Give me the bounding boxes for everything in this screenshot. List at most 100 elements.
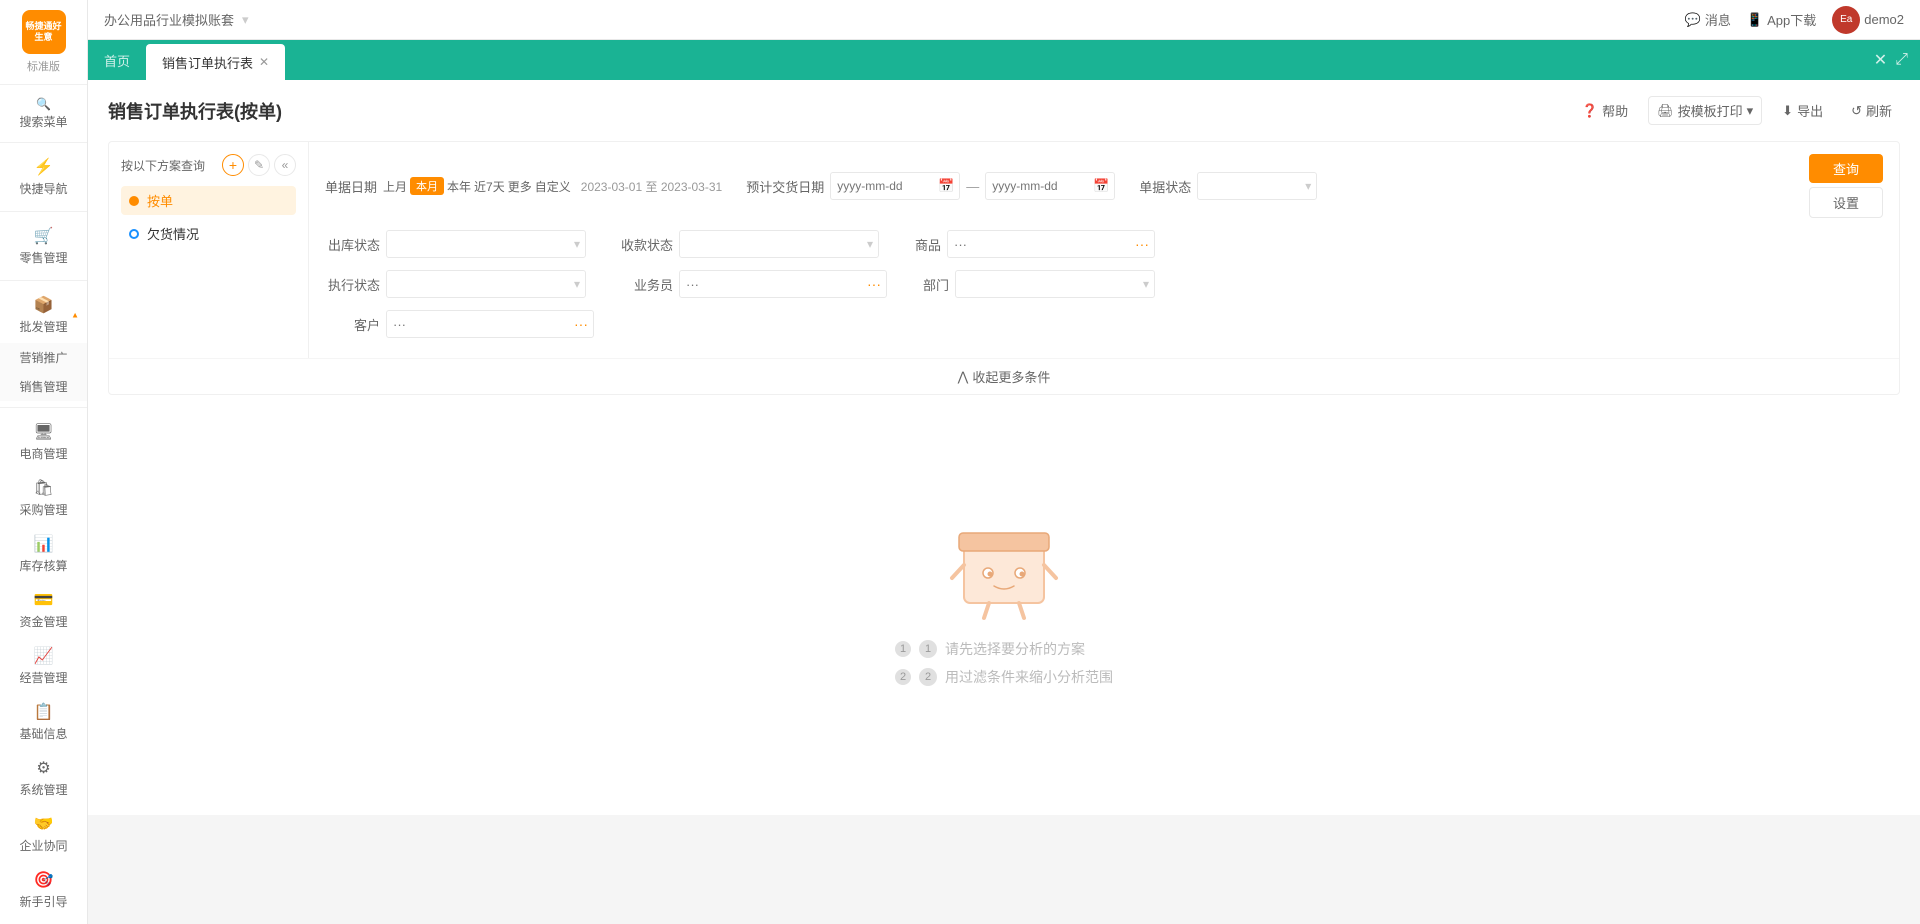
scheme-label-按单: 按单	[147, 191, 173, 210]
breadcrumb-text: 办公用品行业模拟账套	[104, 10, 234, 29]
template-print-label: 按模板打印	[1678, 101, 1743, 120]
tab-sales-order[interactable]: 销售订单执行表 ✕	[146, 44, 285, 80]
empty-illustration-svg	[944, 503, 1064, 623]
user-profile-button[interactable]: Ea demo2	[1832, 6, 1904, 34]
sidebar-item-enterprise[interactable]: 🤝 企业协同	[0, 806, 87, 862]
collapse-scheme-button[interactable]: «	[274, 154, 296, 176]
shortcut-上月[interactable]: 上月	[383, 178, 407, 195]
tabbar: 首页 销售订单执行表 ✕ ✕ ⤢	[88, 40, 1920, 80]
topbar-left: 办公用品行业模拟账套 ▾	[104, 10, 249, 29]
sidebar-item-finance[interactable]: 💳 资金管理	[0, 582, 87, 638]
dept-select[interactable]	[955, 270, 1155, 298]
export-button[interactable]: ⬇ 导出	[1774, 97, 1831, 124]
filter-item-exec-status: 执行状态 ▾	[325, 270, 586, 298]
sidebar-item-quick-nav[interactable]: ⚡ 快捷导航	[0, 149, 87, 205]
dept-select-wrapper: ▾	[955, 270, 1155, 298]
filter-panel-inner: 按以下方案查询 + ✎ «	[109, 142, 1899, 358]
message-icon: 💬	[1685, 12, 1701, 28]
collapse-label: 收起更多条件	[972, 367, 1050, 386]
date-to-input[interactable]	[985, 172, 1115, 200]
receipt-status-label: 收款状态	[618, 235, 673, 254]
app-download-button[interactable]: 📱 App下载	[1747, 10, 1816, 29]
shortcut-更多[interactable]: 更多	[508, 178, 532, 195]
message-button[interactable]: 💬 消息	[1685, 10, 1731, 29]
date-range-separator: —	[966, 179, 979, 194]
status-select[interactable]	[1197, 172, 1317, 200]
collapse-more-button[interactable]: ⋀ 收起更多条件	[109, 358, 1899, 394]
empty-state: 1 请先选择要分析的方案 2 用过滤条件来缩小分析范围	[895, 423, 1113, 775]
filter-body: 单据日期 上月 本月 本年 近7天 更多 自定义 2023-03-01 至 20…	[309, 142, 1899, 358]
scheme-item-欠货情况[interactable]: 欠货情况	[121, 219, 296, 248]
sidebar-item-basic[interactable]: 📋 基础信息	[0, 694, 87, 750]
search-menu-button[interactable]: 🔍 搜索菜单	[8, 93, 79, 134]
empty-tip-2: 2 用过滤条件来缩小分析范围	[895, 667, 1113, 687]
download-icon: 📱	[1747, 12, 1763, 28]
content-area: 销售订单执行表(按单) ❓ 帮助 🖨 按模板打印 ▾ ⬇ 导出	[88, 80, 1920, 924]
tab-home[interactable]: 首页	[88, 40, 146, 80]
receipt-status-wrapper: ▾	[679, 230, 879, 258]
scheme-item-按单[interactable]: 按单	[121, 186, 296, 215]
date-from-input[interactable]	[830, 172, 960, 200]
status-label: 单据状态	[1139, 177, 1191, 196]
refresh-button[interactable]: ↺ 刷新	[1843, 97, 1900, 124]
sidebar-item-purchase[interactable]: 🛍 采购管理	[0, 470, 87, 526]
salesperson-input[interactable]	[679, 270, 887, 298]
shortcut-本年[interactable]: 本年	[447, 178, 471, 195]
goods-input[interactable]	[947, 230, 1155, 258]
date-from-wrapper: 📅	[830, 172, 960, 200]
tab-close-icon[interactable]: ✕	[259, 55, 269, 69]
empty-tip-1: 1 请先选择要分析的方案	[895, 639, 1113, 659]
main-area: 办公用品行业模拟账套 ▾ 💬 消息 📱 App下载 Ea demo2 首页	[88, 0, 1920, 924]
avatar: Ea	[1832, 6, 1860, 34]
filter-scheme-actions: + ✎ «	[222, 154, 296, 176]
shortcut-近7天[interactable]: 近7天	[474, 178, 505, 195]
sidebar-item-inventory[interactable]: 📊 库存核算	[0, 526, 87, 582]
filter-scheme-title: 按以下方案查询	[121, 157, 205, 174]
sidebar-sub-item-marketing[interactable]: 营销推广	[0, 343, 87, 372]
settings-button[interactable]: 设置	[1809, 187, 1883, 218]
newbie-label: 新手引导	[19, 893, 67, 910]
shortcut-本月[interactable]: 本月	[410, 177, 444, 195]
close-window-icon[interactable]: ✕	[1874, 50, 1887, 70]
sidebar-item-system[interactable]: ⚙ 系统管理	[0, 750, 87, 806]
filter-scheme-header: 按以下方案查询 + ✎ «	[121, 154, 296, 176]
add-scheme-button[interactable]: +	[222, 154, 244, 176]
breadcrumb-dropdown-icon[interactable]: ▾	[242, 12, 249, 28]
edit-scheme-button[interactable]: ✎	[248, 154, 270, 176]
exec-status-select[interactable]	[386, 270, 586, 298]
sidebar-item-wholesale[interactable]: 📦 批发管理	[0, 287, 87, 343]
help-button[interactable]: ❓ 帮助	[1574, 97, 1636, 124]
sidebar-item-ecommerce[interactable]: 🖥 电商管理	[0, 414, 87, 470]
filter-item-salesperson: 业务员 ···	[618, 270, 887, 298]
delivery-status-select[interactable]	[386, 230, 586, 258]
collapse-left-icon: «	[282, 158, 289, 172]
enterprise-icon: 🤝	[34, 814, 54, 834]
empty-tip-2-text: 用过滤条件来缩小分析范围	[945, 667, 1113, 687]
purchase-label: 采购管理	[19, 501, 67, 518]
sidebar-sub-item-sales[interactable]: 销售管理	[0, 372, 87, 401]
user-name-label: demo2	[1864, 12, 1904, 27]
add-icon: +	[229, 158, 237, 172]
delivery-status-label: 出库状态	[325, 235, 380, 254]
template-print-button[interactable]: 🖨 按模板打印 ▾	[1648, 96, 1762, 125]
filter-item-status: 单据状态 ▾	[1139, 172, 1317, 200]
filter-item-customer: 客户 ···	[325, 310, 594, 338]
customer-input[interactable]	[386, 310, 594, 338]
system-label: 系统管理	[19, 781, 67, 798]
receipt-status-select[interactable]	[679, 230, 879, 258]
status-select-wrapper: ▾	[1197, 172, 1317, 200]
sidebar-item-apps[interactable]: 🔲 应用中心	[0, 918, 87, 924]
sidebar-item-operation[interactable]: 📈 经营管理	[0, 638, 87, 694]
scheme-dot-active	[129, 196, 139, 206]
query-button[interactable]: 查询	[1809, 154, 1883, 183]
shortcut-自定义[interactable]: 自定义	[535, 178, 571, 195]
empty-state-tips: 1 请先选择要分析的方案 2 用过滤条件来缩小分析范围	[895, 639, 1113, 695]
topbar: 办公用品行业模拟账套 ▾ 💬 消息 📱 App下载 Ea demo2	[88, 0, 1920, 40]
expand-window-icon[interactable]: ⤢	[1895, 51, 1908, 69]
tabbar-right-actions: ✕ ⤢	[1874, 50, 1920, 70]
date-shortcut-group: 上月 本月 本年 近7天 更多 自定义	[383, 177, 571, 195]
sidebar-item-retail[interactable]: 🛒 零售管理	[0, 218, 87, 274]
sidebar-nav-wholesale: 📦 批发管理 营销推广 销售管理	[0, 281, 87, 408]
filter-row-4: 客户 ···	[325, 310, 1883, 338]
sidebar-item-newbie[interactable]: 🎯 新手引导	[0, 862, 87, 918]
